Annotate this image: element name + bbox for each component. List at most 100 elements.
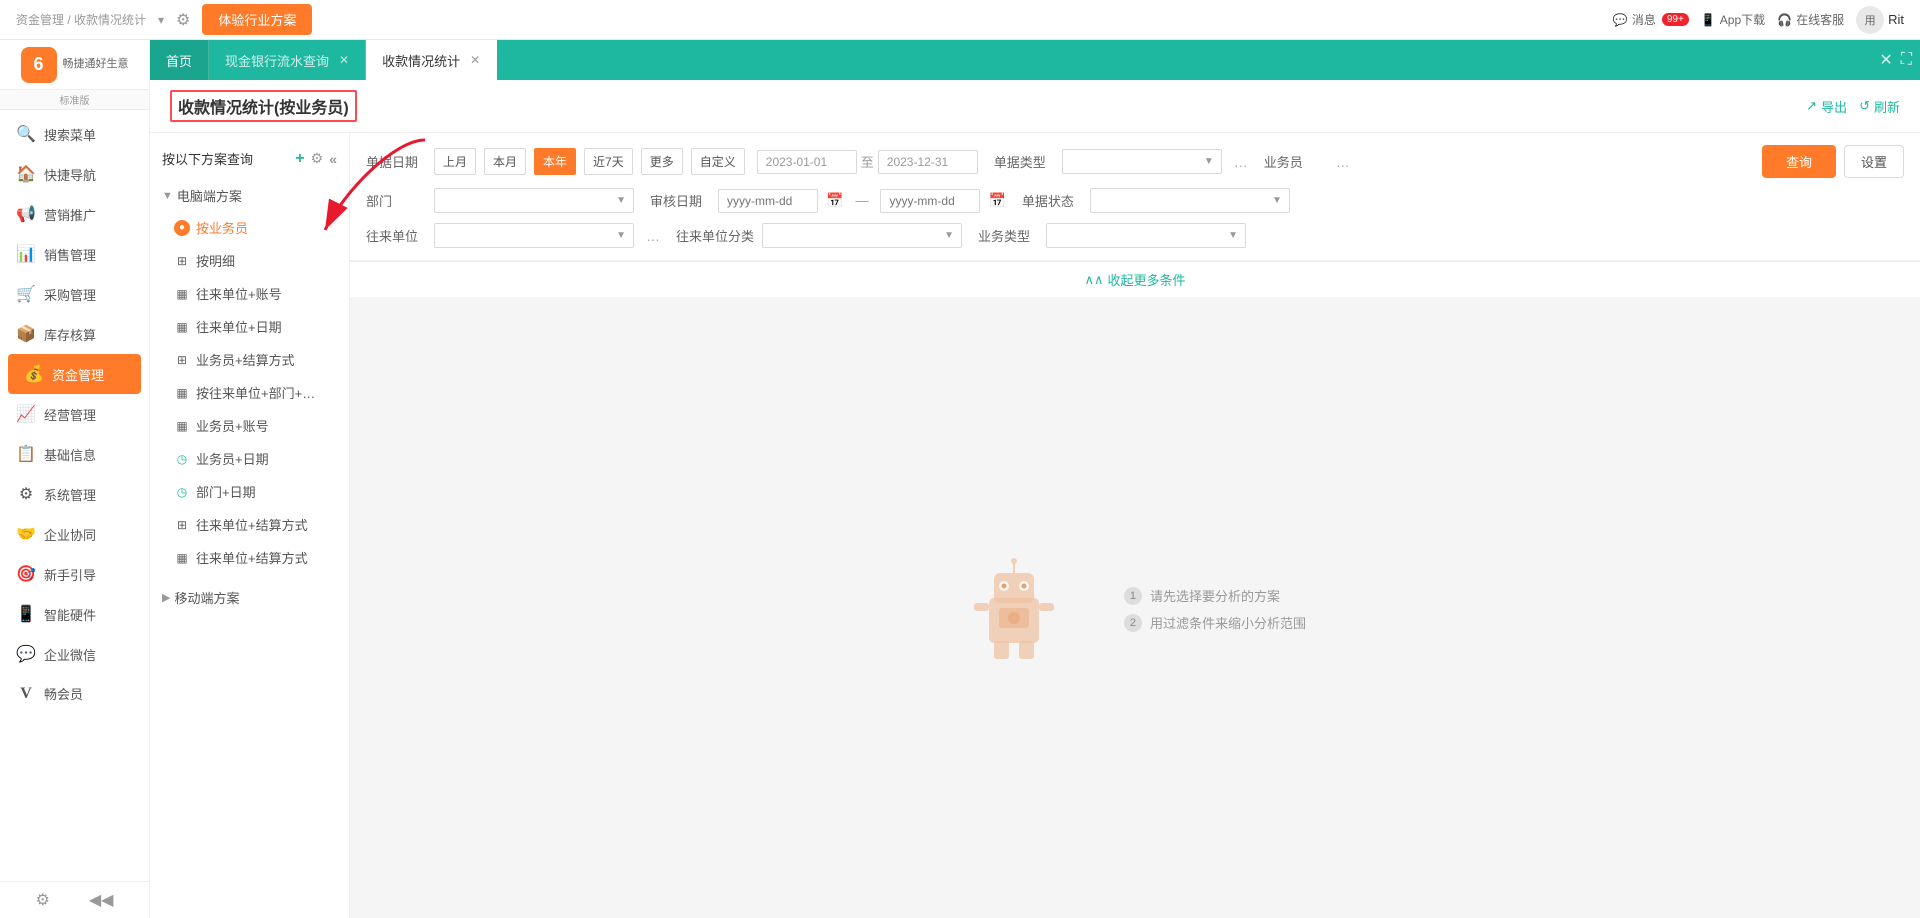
collection-stats-tab-label: 收款情况统计 [382,51,460,70]
add-scheme-icon[interactable]: + [295,150,304,168]
tab-collection-stats[interactable]: 收款情况统计 ✕ [366,40,497,80]
scheme-item-unit-account[interactable]: ▦ 往来单位+账号 [150,277,349,310]
app-icon: 📱 [1701,13,1716,27]
date-btn-this-year[interactable]: 本年 [534,148,576,175]
date-filter-group: 单据日期 上月 本月 本年 近7天 更多 自定义 至 [366,148,978,175]
close-all-tabs-icon[interactable]: ✕ [1879,50,1892,70]
left-panel-header: 按以下方案查询 + ⚙ « [150,141,349,176]
biztype-select-wrapper [1046,223,1246,248]
message-icon: 💬 [1613,13,1628,27]
empty-illustration [964,548,1064,671]
scheme-item-dept-date[interactable]: ◷ 部门+日期 [150,475,349,508]
date-to-input[interactable] [878,150,978,174]
review-date-label: 审核日期 [650,191,710,210]
filter-area: 单据日期 上月 本月 本年 近7天 更多 自定义 至 [350,133,1920,261]
date-range-separator: — [851,193,872,208]
sidebar-item-sales[interactable]: 📊 销售管理 [0,234,149,274]
pc-schemes-section: ▼ 电脑端方案 ● 按业务员 ⊞ 按明细 ▦ [150,176,349,578]
scheme-item-unit-payment2[interactable]: ▦ 往来单位+结算方式 [150,541,349,574]
dept-select[interactable] [434,188,634,213]
sidebar-item-guide[interactable]: 🎯 新手引导 [0,554,149,594]
review-date-from-input[interactable] [718,189,818,213]
scheme-settings-icon[interactable]: ⚙ [311,150,324,167]
sidebar-item-enterprise[interactable]: 🤝 企业协同 [0,514,149,554]
settings-bottom-icon[interactable]: ⚙ [36,890,50,910]
docstatus-select[interactable] [1090,188,1290,213]
logo-text: 畅捷通好生意 [63,57,129,71]
dept-select-wrapper [434,188,634,213]
sidebar-item-basicinfo[interactable]: 📋 基础信息 [0,434,149,474]
doctype-select[interactable] [1062,149,1222,174]
counterpart-more-icon[interactable]: … [646,228,660,244]
doctype-more-icon[interactable]: … [1234,154,1248,170]
counterpart-type-label: 往来单位分类 [676,226,754,245]
counterpart-type-select[interactable] [762,223,962,248]
date-btn-this-month[interactable]: 本月 [484,148,526,175]
counterpart-select[interactable] [434,223,634,248]
content-area: 首页 现金银行流水查询 ✕ 收款情况统计 ✕ ✕ ⛶ 收款情况统计(按业务员) [150,40,1920,918]
sidebar-item-member[interactable]: V 畅会员 [0,674,149,713]
query-button[interactable]: 查询 [1762,145,1836,178]
maximize-icon[interactable]: ⛶ [1901,51,1912,69]
smarthw-icon: 📱 [16,604,36,624]
tab-bank-flow[interactable]: 现金银行流水查询 ✕ [209,40,366,80]
sidebar-item-wechat[interactable]: 💬 企业微信 [0,634,149,674]
sidebar-item-label: 企业协同 [44,525,96,544]
app-download-button[interactable]: 📱 App下载 [1701,11,1765,28]
scheme-item-salesperson-account[interactable]: ▦ 业务员+账号 [150,409,349,442]
close-collection-stats-tab-icon[interactable]: ✕ [470,53,480,67]
sidebar-logo: 6 畅捷通好生意 [0,40,149,90]
scheme-item-unit-date[interactable]: ▦ 往来单位+日期 [150,310,349,343]
sidebar-item-purchase[interactable]: 🛒 采购管理 [0,274,149,314]
sidebar-item-label: 营销推广 [44,205,96,224]
date-btn-last-7-days[interactable]: 近7天 [584,148,633,175]
sidebar-item-smarthw[interactable]: 📱 智能硬件 [0,594,149,634]
chevron-down-icon[interactable]: ▾ [158,13,164,27]
page-header-actions: ↗ 导出 ↺ 刷新 [1806,97,1900,116]
mobile-section-header[interactable]: ▶ 移动端方案 [150,582,349,613]
biztype-filter-group: 业务类型 [978,223,1246,248]
date-btn-custom[interactable]: 自定义 [691,148,745,175]
guide-icon: 🎯 [16,564,36,584]
date-separator: 至 [861,152,874,171]
online-service-button[interactable]: 🎧 在线客服 [1777,11,1844,28]
biztype-select[interactable] [1046,223,1246,248]
calendar-from-icon[interactable]: 📅 [826,192,843,209]
sidebar-item-inventory[interactable]: 📦 库存核算 [0,314,149,354]
scheme-item-unit-payment1[interactable]: ⊞ 往来单位+结算方式 [150,508,349,541]
sidebar-item-system[interactable]: ⚙ 系统管理 [0,474,149,514]
pc-section-header[interactable]: ▼ 电脑端方案 [150,180,349,211]
gear-icon[interactable]: ⚙ [176,10,190,30]
salesperson-more-icon[interactable]: … [1336,154,1350,170]
sidebar-item-search[interactable]: 🔍 搜索菜单 [0,114,149,154]
collapse-sidebar-icon[interactable]: ◀◀ [89,890,114,910]
sidebar-item-operation[interactable]: 📈 经营管理 [0,394,149,434]
settings-button[interactable]: 设置 [1844,145,1904,178]
scheme-item-by-salesperson[interactable]: ● 按业务员 [150,211,349,244]
sidebar-item-finance[interactable]: 💰 资金管理 [8,354,141,394]
date-btn-last-month[interactable]: 上月 [434,148,476,175]
date-from-input[interactable] [757,150,857,174]
collapse-more-conditions-button[interactable]: ∧∧ 收起更多条件 [350,261,1920,297]
export-button[interactable]: ↗ 导出 [1806,97,1847,116]
collapse-left-panel-icon[interactable]: « [329,151,337,167]
scheme-item-salesperson-date[interactable]: ◷ 业务员+日期 [150,442,349,475]
scheme-item-salesperson-payment[interactable]: ⊞ 业务员+结算方式 [150,343,349,376]
tab-home[interactable]: 首页 [150,40,209,80]
scheme-item-by-detail[interactable]: ⊞ 按明细 [150,244,349,277]
sidebar-item-marketing[interactable]: 📢 营销推广 [0,194,149,234]
filter-action-buttons: 查询 设置 [1762,145,1904,178]
user-avatar[interactable]: 用 Rit [1856,6,1904,34]
refresh-button[interactable]: ↺ 刷新 [1859,97,1900,116]
message-button[interactable]: 💬 消息 99+ [1613,11,1689,28]
close-bank-flow-tab-icon[interactable]: ✕ [339,53,349,67]
sidebar-item-quicknav[interactable]: 🏠 快捷导航 [0,154,149,194]
date-btn-more[interactable]: 更多 [641,148,683,175]
empty-state: 1 请先选择要分析的方案 2 用过滤条件来缩小分析范围 [964,548,1306,671]
scheme-item-unit-dept-collect[interactable]: ▦ 按往来单位+部门+收... [150,376,349,409]
calendar-to-icon[interactable]: 📅 [988,192,1005,209]
left-panel-actions: + ⚙ « [295,150,337,168]
trial-button[interactable]: 体验行业方案 [202,4,312,35]
sidebar-item-label: 畅会员 [44,684,83,703]
review-date-to-input[interactable] [880,189,980,213]
